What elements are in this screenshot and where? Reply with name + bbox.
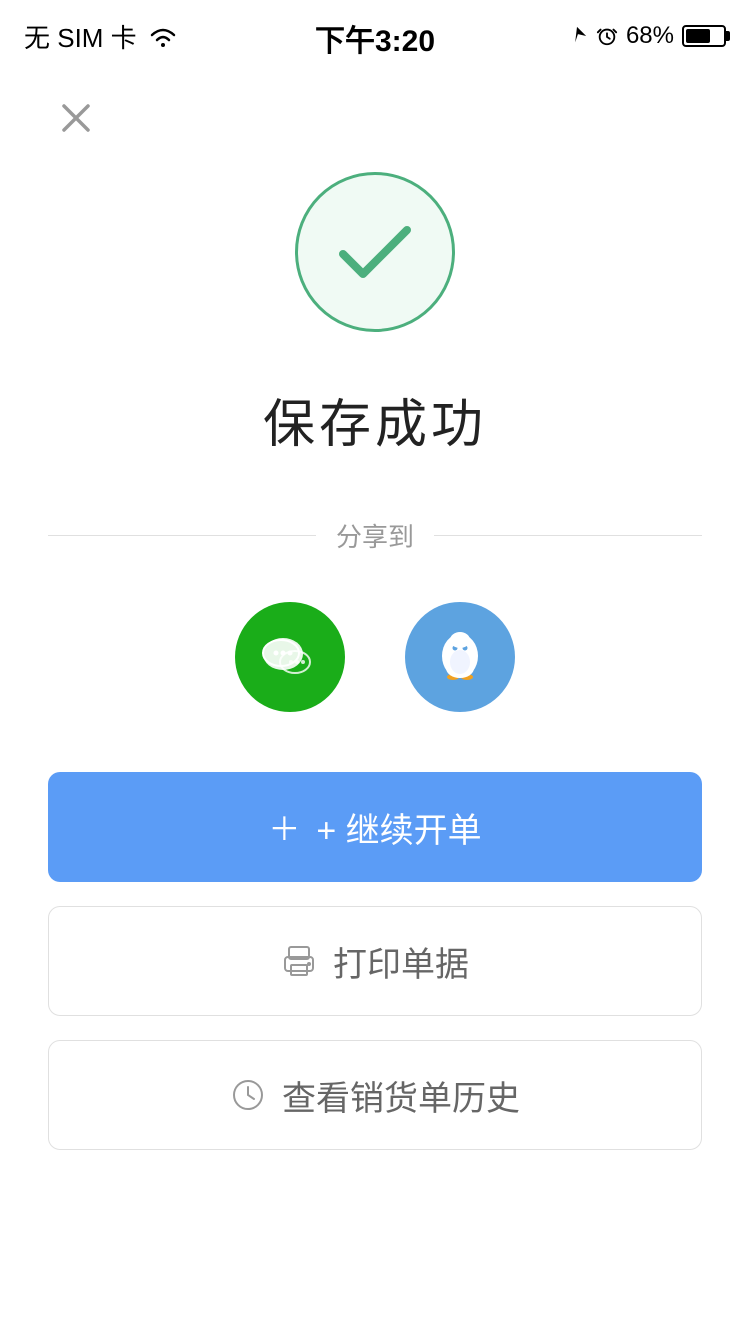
carrier-text: 无 SIM 卡 [24, 18, 137, 55]
share-label: 分享到 [336, 517, 414, 554]
wechat-icon [257, 624, 323, 690]
share-divider: 分享到 [48, 517, 702, 554]
print-label: 打印单据 [333, 937, 469, 986]
location-icon [566, 25, 588, 47]
history-label: 查看销货单历史 [282, 1071, 520, 1120]
actions: ＋ + 继续开单 打印单据 查看销货单历史 [0, 772, 750, 1150]
history-button[interactable]: 查看销货单历史 [48, 1040, 702, 1150]
continue-label: + 继续开单 [316, 803, 481, 852]
main-content: 保存成功 分享到 [0, 72, 750, 1150]
continue-button[interactable]: ＋ + 继续开单 [48, 772, 702, 882]
checkmark-icon [335, 222, 415, 282]
qq-icon [427, 624, 493, 690]
share-icons [48, 602, 702, 712]
wifi-icon [147, 23, 179, 49]
alarm-icon [596, 25, 618, 47]
battery-indicator [682, 25, 726, 47]
plus-icon: ＋ [268, 804, 300, 850]
battery-percent: 68% [626, 22, 674, 50]
qq-share-button[interactable] [405, 602, 515, 712]
close-button[interactable] [48, 90, 104, 146]
clock-icon [230, 1077, 266, 1113]
print-button[interactable]: 打印单据 [48, 906, 702, 1016]
status-bar: 无 SIM 卡 下午3:20 68% [0, 0, 750, 72]
status-right: 68% [566, 22, 726, 50]
close-icon [56, 98, 96, 138]
status-left: 无 SIM 卡 [24, 18, 179, 55]
printer-icon [281, 943, 317, 979]
success-title: 保存成功 [263, 382, 487, 457]
status-time: 下午3:20 [315, 16, 435, 60]
wechat-share-button[interactable] [235, 602, 345, 712]
success-circle [295, 172, 455, 332]
share-section: 分享到 [0, 517, 750, 712]
